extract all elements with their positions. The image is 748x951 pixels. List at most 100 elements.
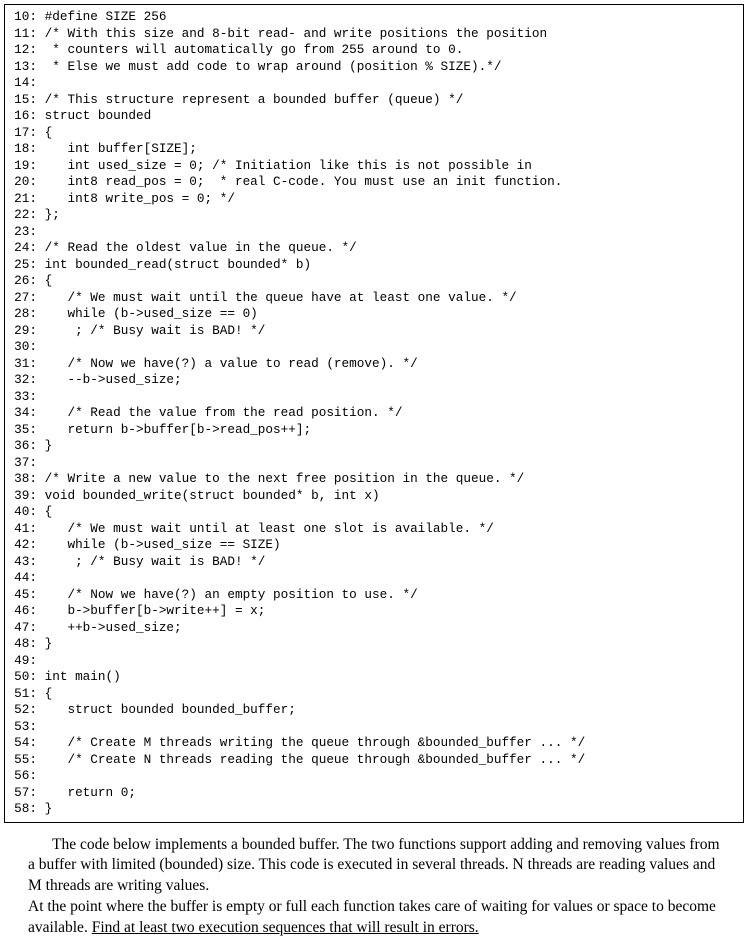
line-number: 38: (11, 471, 37, 488)
line-number: 22: (11, 207, 37, 224)
code-line: 52: struct bounded bounded_buffer; (11, 702, 737, 719)
line-number: 48: (11, 636, 37, 653)
code-text: } (37, 438, 52, 453)
line-number: 56: (11, 768, 37, 785)
line-number: 15: (11, 92, 37, 109)
line-number: 32: (11, 372, 37, 389)
code-text: struct bounded bounded_buffer; (37, 702, 296, 717)
line-number: 21: (11, 191, 37, 208)
code-line: 30: (11, 339, 737, 356)
code-text: /* Now we have(?) an empty position to u… (37, 587, 418, 602)
line-number: 20: (11, 174, 37, 191)
line-number: 47: (11, 620, 37, 637)
code-text: while (b->used_size == SIZE) (37, 537, 281, 552)
code-line: 48: } (11, 636, 737, 653)
code-text: #define SIZE 256 (37, 9, 166, 24)
code-text (37, 389, 45, 404)
code-text: int used_size = 0; /* Initiation like th… (37, 158, 532, 173)
code-line: 16: struct bounded (11, 108, 737, 125)
description-text: The code below implements a bounded buff… (0, 827, 748, 951)
line-number: 35: (11, 422, 37, 439)
code-text (37, 224, 45, 239)
line-number: 25: (11, 257, 37, 274)
code-line: 53: (11, 719, 737, 736)
code-text: return 0; (37, 785, 136, 800)
code-line: 34: /* Read the value from the read posi… (11, 405, 737, 422)
line-number: 23: (11, 224, 37, 241)
code-line: 35: return b->buffer[b->read_pos++]; (11, 422, 737, 439)
code-text (37, 719, 45, 734)
code-text: ; /* Busy wait is BAD! */ (37, 323, 265, 338)
code-line: 36: } (11, 438, 737, 455)
code-line: 19: int used_size = 0; /* Initiation lik… (11, 158, 737, 175)
code-line: 25: int bounded_read(struct bounded* b) (11, 257, 737, 274)
code-line: 10: #define SIZE 256 (11, 9, 737, 26)
code-line: 14: (11, 75, 737, 92)
line-number: 54: (11, 735, 37, 752)
code-line: 13: * Else we must add code to wrap arou… (11, 59, 737, 76)
code-text: int8 read_pos = 0; * real C-code. You mu… (37, 174, 562, 189)
code-text (37, 455, 45, 470)
code-line: 17: { (11, 125, 737, 142)
code-line: 24: /* Read the oldest value in the queu… (11, 240, 737, 257)
line-number: 11: (11, 26, 37, 43)
line-number: 52: (11, 702, 37, 719)
code-text: /* Now we have(?) a value to read (remov… (37, 356, 418, 371)
code-text: { (37, 504, 52, 519)
code-line: 22: }; (11, 207, 737, 224)
line-number: 36: (11, 438, 37, 455)
code-text: }; (37, 207, 60, 222)
code-line: 11: /* With this size and 8-bit read- an… (11, 26, 737, 43)
code-line: 18: int buffer[SIZE]; (11, 141, 737, 158)
line-number: 26: (11, 273, 37, 290)
code-line: 20: int8 read_pos = 0; * real C-code. Yo… (11, 174, 737, 191)
line-number: 16: (11, 108, 37, 125)
code-text: /* Create N threads reading the queue th… (37, 752, 585, 767)
code-line: 39: void bounded_write(struct bounded* b… (11, 488, 737, 505)
code-text: int8 write_pos = 0; */ (37, 191, 235, 206)
line-number: 30: (11, 339, 37, 356)
code-text: /* Create M threads writing the queue th… (37, 735, 585, 750)
code-line: 57: return 0; (11, 785, 737, 802)
code-text (37, 339, 45, 354)
code-text: ; /* Busy wait is BAD! */ (37, 554, 265, 569)
code-line: 32: --b->used_size; (11, 372, 737, 389)
code-text: * counters will automatically go from 25… (37, 42, 463, 57)
line-number: 33: (11, 389, 37, 406)
code-line: 33: (11, 389, 737, 406)
code-line: 45: /* Now we have(?) an empty position … (11, 587, 737, 604)
code-text: } (37, 636, 52, 651)
line-number: 13: (11, 59, 37, 76)
code-text: /* This structure represent a bounded bu… (37, 92, 463, 107)
code-line: 58: } (11, 801, 737, 818)
code-text: * Else we must add code to wrap around (… (37, 59, 501, 74)
line-number: 39: (11, 488, 37, 505)
line-number: 49: (11, 653, 37, 670)
code-line: 15: /* This structure represent a bounde… (11, 92, 737, 109)
code-text: /* Read the oldest value in the queue. *… (37, 240, 357, 255)
code-text: int main() (37, 669, 121, 684)
line-number: 18: (11, 141, 37, 158)
line-number: 44: (11, 570, 37, 587)
line-number: 29: (11, 323, 37, 340)
code-text: struct bounded (37, 108, 151, 123)
line-number: 53: (11, 719, 37, 736)
line-number: 17: (11, 125, 37, 142)
paragraph-1: The code below implements a bounded buff… (28, 836, 720, 895)
code-line: 55: /* Create N threads reading the queu… (11, 752, 737, 769)
code-text: ++b->used_size; (37, 620, 182, 635)
line-number: 45: (11, 587, 37, 604)
code-line: 12: * counters will automatically go fro… (11, 42, 737, 59)
code-line: 46: b->buffer[b->write++] = x; (11, 603, 737, 620)
line-number: 55: (11, 752, 37, 769)
code-text: { (37, 686, 52, 701)
code-text: b->buffer[b->write++] = x; (37, 603, 265, 618)
code-line: 42: while (b->used_size == SIZE) (11, 537, 737, 554)
line-number: 10: (11, 9, 37, 26)
code-text: { (37, 125, 52, 140)
line-number: 57: (11, 785, 37, 802)
code-line: 40: { (11, 504, 737, 521)
line-number: 34: (11, 405, 37, 422)
line-number: 40: (11, 504, 37, 521)
code-text: void bounded_write(struct bounded* b, in… (37, 488, 380, 503)
